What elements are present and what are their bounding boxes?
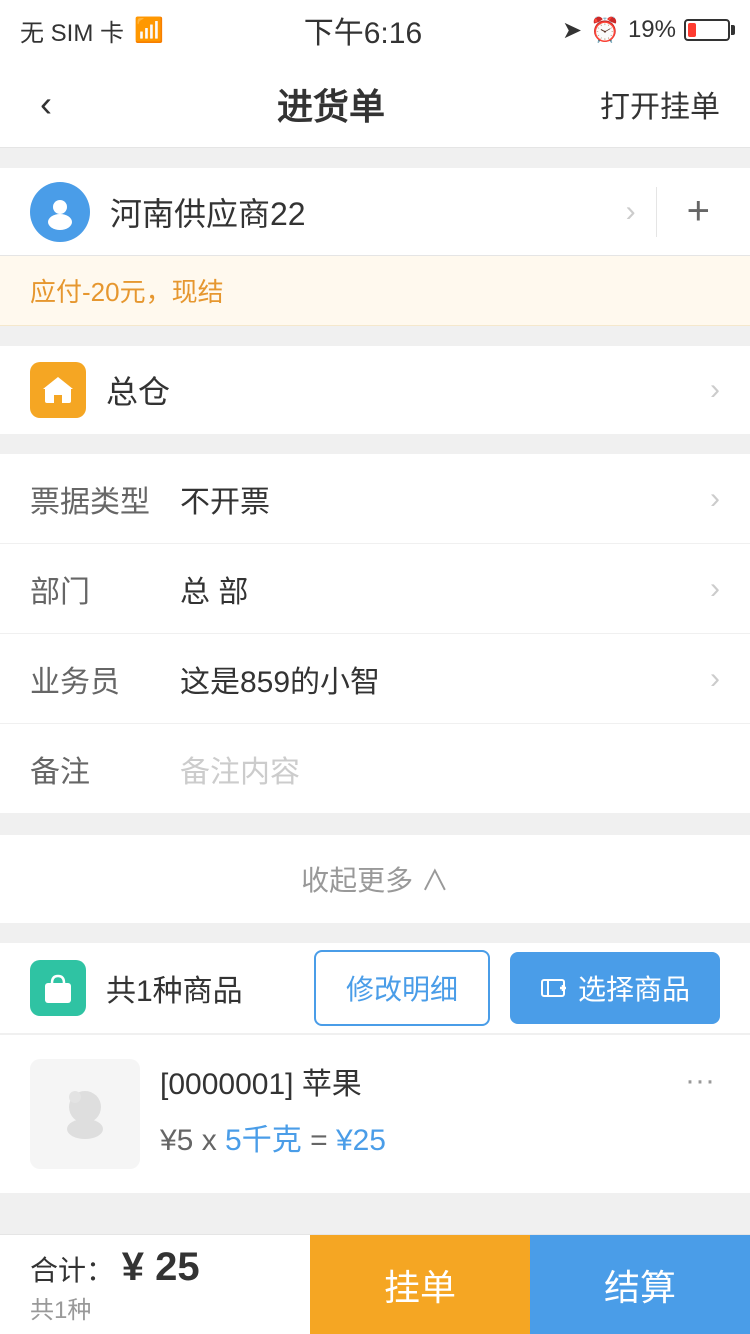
supplier-row[interactable]: 河南供应商22 › + bbox=[0, 168, 750, 256]
supplier-divider bbox=[656, 187, 657, 237]
warehouse-chevron-icon: › bbox=[710, 373, 720, 407]
total-label: 合计： bbox=[30, 1255, 114, 1286]
salesperson-row[interactable]: 业务员 这是859的小智 › bbox=[0, 634, 750, 724]
notice-row: 应付-20元，现结 bbox=[0, 256, 750, 326]
bag-icon bbox=[41, 971, 75, 1005]
cart-icon bbox=[540, 974, 568, 1002]
product-count-icon bbox=[30, 960, 86, 1016]
salesperson-value: 这是859的小智 bbox=[160, 657, 710, 701]
supplier-name: 河南供应商22 bbox=[110, 189, 626, 235]
department-row[interactable]: 部门 总 部 › bbox=[0, 544, 750, 634]
total-row: 合计： ¥ 25 bbox=[30, 1245, 280, 1290]
product-equals: = bbox=[302, 1124, 336, 1157]
product-title: 苹果 bbox=[302, 1068, 362, 1101]
location-icon: ➤ bbox=[562, 16, 582, 45]
product-total: ¥25 bbox=[336, 1124, 386, 1157]
hang-order-button[interactable]: 挂单 bbox=[310, 1235, 530, 1334]
total-amount: ¥ 25 bbox=[122, 1245, 200, 1289]
collapse-text: 收起更多 ∧ bbox=[301, 859, 449, 899]
product-item: [0000001] 苹果 ¥5 x 5千克 = ¥25 ··· bbox=[0, 1035, 750, 1193]
form-section: 票据类型 不开票 › 部门 总 部 › 业务员 这是859的小智 › 备注 备注… bbox=[0, 454, 750, 814]
product-info: [0000001] 苹果 ¥5 x 5千克 = ¥25 bbox=[160, 1059, 660, 1159]
select-product-button[interactable]: 选择商品 bbox=[510, 952, 720, 1024]
product-menu-button[interactable]: ··· bbox=[680, 1059, 720, 1103]
collapse-row[interactable]: 收起更多 ∧ bbox=[0, 834, 750, 923]
product-image-placeholder bbox=[50, 1079, 120, 1149]
status-time: 下午6:16 bbox=[304, 8, 422, 52]
battery-icon bbox=[684, 19, 730, 41]
alarm-icon: ⏰ bbox=[590, 16, 620, 45]
salesperson-chevron-icon: › bbox=[710, 662, 720, 696]
remark-input[interactable]: 备注内容 bbox=[160, 747, 720, 791]
product-thumbnail bbox=[30, 1059, 140, 1169]
nav-bar: ‹ 进货单 打开挂单 bbox=[0, 60, 750, 148]
battery-fill bbox=[688, 23, 696, 37]
product-name: [0000001] 苹果 bbox=[160, 1059, 660, 1103]
invoice-row[interactable]: 票据类型 不开票 › bbox=[0, 454, 750, 544]
carrier-text: 无 SIM 卡 bbox=[20, 13, 124, 48]
department-value: 总 部 bbox=[160, 567, 710, 611]
total-section: 合计： ¥ 25 共1种 bbox=[0, 1245, 310, 1325]
supplier-avatar bbox=[30, 182, 90, 242]
warehouse-name: 总仓 bbox=[106, 367, 710, 413]
back-button[interactable]: ‹ bbox=[30, 73, 62, 135]
chevron-right-icon: › bbox=[626, 195, 636, 229]
edit-detail-button[interactable]: 修改明细 bbox=[314, 950, 490, 1026]
products-header: 共1种商品 修改明细 选择商品 bbox=[0, 943, 750, 1033]
product-quantity: 5千克 bbox=[225, 1124, 302, 1157]
status-bar: 无 SIM 卡 📶 下午6:16 ➤ ⏰ 19% bbox=[0, 0, 750, 60]
invoice-value: 不开票 bbox=[160, 477, 710, 521]
notice-text: 应付-20元，现结 bbox=[30, 277, 224, 307]
product-formula: ¥5 x 5千克 = ¥25 bbox=[160, 1115, 660, 1159]
warehouse-row[interactable]: 总仓 › bbox=[0, 346, 750, 434]
status-left: 无 SIM 卡 📶 bbox=[20, 13, 164, 48]
status-right: ➤ ⏰ 19% bbox=[562, 16, 730, 45]
remark-row[interactable]: 备注 备注内容 bbox=[0, 724, 750, 814]
page-title: 进货单 bbox=[277, 78, 385, 130]
remark-label: 备注 bbox=[30, 747, 160, 791]
open-hang-button[interactable]: 打开挂单 bbox=[600, 82, 720, 126]
department-chevron-icon: › bbox=[710, 572, 720, 606]
person-icon bbox=[42, 194, 78, 230]
warehouse-icon bbox=[30, 362, 86, 418]
salesperson-label: 业务员 bbox=[30, 657, 160, 701]
total-count: 共1种 bbox=[30, 1290, 280, 1325]
select-product-label: 选择商品 bbox=[578, 968, 690, 1008]
checkout-button[interactable]: 结算 bbox=[530, 1235, 750, 1334]
gap-1 bbox=[0, 148, 750, 168]
wifi-icon: 📶 bbox=[134, 16, 164, 45]
gap-2 bbox=[0, 326, 750, 346]
product-count-text: 共1种商品 bbox=[106, 966, 294, 1010]
add-supplier-button[interactable]: + bbox=[677, 179, 720, 244]
battery-percent: 19% bbox=[628, 16, 676, 44]
warehouse-svg bbox=[41, 373, 75, 407]
product-code: [0000001] bbox=[160, 1068, 293, 1101]
invoice-chevron-icon: › bbox=[710, 482, 720, 516]
bottom-bar: 合计： ¥ 25 共1种 挂单 结算 bbox=[0, 1234, 750, 1334]
product-price: ¥5 x bbox=[160, 1124, 225, 1157]
department-label: 部门 bbox=[30, 567, 160, 611]
invoice-label: 票据类型 bbox=[30, 477, 160, 521]
